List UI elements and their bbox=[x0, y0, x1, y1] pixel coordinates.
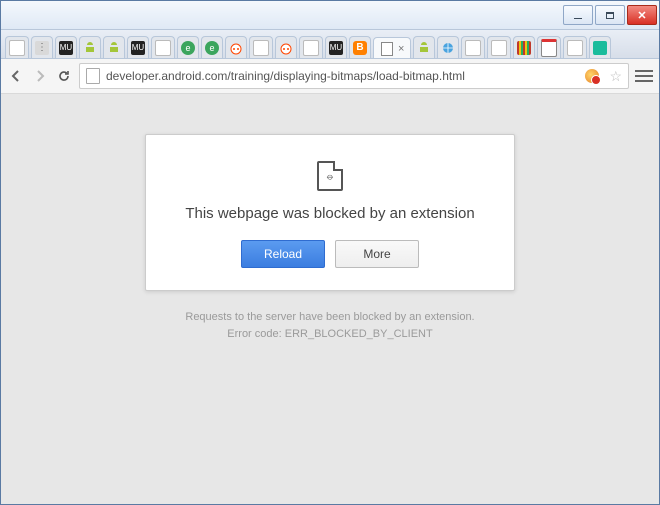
hamburger-line bbox=[635, 75, 653, 77]
generic-favicon-icon bbox=[567, 40, 583, 56]
blogger-favicon-icon: B bbox=[353, 41, 367, 55]
maximize-button[interactable] bbox=[595, 5, 625, 25]
generic-favicon-icon bbox=[303, 40, 319, 56]
tab[interactable] bbox=[589, 36, 611, 58]
generic-favicon-icon bbox=[253, 40, 269, 56]
tab[interactable] bbox=[5, 36, 29, 58]
tab[interactable] bbox=[413, 36, 435, 58]
sub-line-2: Error code: ERR_BLOCKED_BY_CLIENT bbox=[185, 326, 474, 343]
close-tab-icon[interactable]: × bbox=[398, 43, 404, 55]
button-row: Reload More bbox=[166, 240, 494, 268]
tab[interactable]: MU bbox=[325, 36, 347, 58]
mu-dark-favicon-icon: MU bbox=[131, 41, 145, 55]
tab[interactable] bbox=[537, 36, 561, 58]
arrow-left-icon bbox=[9, 69, 23, 83]
reload-button[interactable]: Reload bbox=[241, 240, 325, 268]
android-favicon-icon bbox=[417, 41, 431, 55]
reload-nav-button[interactable] bbox=[55, 67, 73, 85]
tab[interactable] bbox=[151, 36, 175, 58]
tab[interactable]: × bbox=[373, 37, 411, 59]
green-e-favicon-icon: e bbox=[181, 41, 195, 55]
minimize-icon bbox=[574, 18, 582, 19]
tab[interactable]: MU bbox=[127, 36, 149, 58]
hamburger-line bbox=[635, 80, 653, 82]
more-button[interactable]: More bbox=[335, 240, 419, 268]
tab[interactable] bbox=[513, 36, 535, 58]
android-favicon-icon bbox=[83, 41, 97, 55]
tab[interactable]: MU bbox=[55, 36, 77, 58]
tab[interactable] bbox=[563, 36, 587, 58]
mu-dark-favicon-icon: MU bbox=[329, 41, 343, 55]
maximize-icon bbox=[606, 12, 614, 19]
generic-favicon-icon bbox=[465, 40, 481, 56]
tab[interactable] bbox=[487, 36, 511, 58]
tab[interactable] bbox=[225, 36, 247, 58]
sub-message: Requests to the server have been blocked… bbox=[185, 309, 474, 342]
blocked-page-icon: ⦵ bbox=[317, 161, 343, 191]
stripes-favicon-icon bbox=[517, 41, 531, 55]
close-icon: ✕ bbox=[637, 9, 646, 22]
title-bar: ✕ bbox=[1, 1, 659, 30]
tab[interactable]: B bbox=[349, 36, 371, 58]
reddit-favicon-icon bbox=[229, 41, 243, 55]
generic-favicon-icon bbox=[9, 40, 25, 56]
tab[interactable] bbox=[461, 36, 485, 58]
blocked-card: ⦵ This webpage was blocked by an extensi… bbox=[145, 134, 515, 291]
teal-sq-favicon-icon bbox=[593, 41, 607, 55]
mu-dark-favicon-icon: MU bbox=[59, 41, 73, 55]
address-bar[interactable]: developer.android.com/training/displayin… bbox=[79, 63, 629, 89]
tab[interactable] bbox=[103, 36, 125, 58]
forward-button[interactable] bbox=[31, 67, 49, 85]
extension-indicator-icon[interactable] bbox=[585, 69, 599, 83]
back-button[interactable] bbox=[7, 67, 25, 85]
page-icon bbox=[86, 68, 100, 84]
bookmark-star-icon[interactable]: ☆ bbox=[609, 68, 622, 85]
reload-icon bbox=[57, 69, 71, 83]
url-text: developer.android.com/training/displayin… bbox=[106, 69, 575, 83]
chrome-menu-button[interactable] bbox=[635, 67, 653, 85]
cal-favicon-icon bbox=[541, 39, 557, 57]
page-content: ⦵ This webpage was blocked by an extensi… bbox=[1, 94, 659, 504]
tab[interactable]: e bbox=[201, 36, 223, 58]
green-e-favicon-icon: e bbox=[205, 41, 219, 55]
toolbar: developer.android.com/training/displayin… bbox=[1, 59, 659, 94]
tab[interactable] bbox=[79, 36, 101, 58]
tab[interactable] bbox=[275, 36, 297, 58]
tab[interactable] bbox=[299, 36, 323, 58]
tab[interactable] bbox=[249, 36, 273, 58]
android-favicon-icon bbox=[107, 41, 121, 55]
globe-favicon-icon bbox=[441, 41, 455, 55]
generic-favicon-icon bbox=[155, 40, 171, 56]
hamburger-line bbox=[635, 70, 653, 72]
generic-favicon-icon bbox=[491, 40, 507, 56]
minimize-button[interactable] bbox=[563, 5, 593, 25]
reddit-favicon-icon bbox=[279, 41, 293, 55]
arrow-right-icon bbox=[33, 69, 47, 83]
tab-strip: ⋮ MU MU ee MU B × bbox=[1, 30, 659, 59]
sub-line-1: Requests to the server have been blocked… bbox=[185, 309, 474, 326]
dots-favicon-icon: ⋮ bbox=[35, 41, 49, 55]
tab[interactable]: ⋮ bbox=[31, 36, 53, 58]
blocked-title: This webpage was blocked by an extension bbox=[166, 205, 494, 222]
tab[interactable]: e bbox=[177, 36, 199, 58]
tab[interactable] bbox=[437, 36, 459, 58]
error-code: ERR_BLOCKED_BY_CLIENT bbox=[285, 328, 433, 340]
browser-window: ✕ ⋮ MU MU ee MU B × developer.android.com/trai… bbox=[0, 0, 660, 505]
page-favicon-icon bbox=[380, 42, 394, 56]
close-button[interactable]: ✕ bbox=[627, 5, 657, 25]
